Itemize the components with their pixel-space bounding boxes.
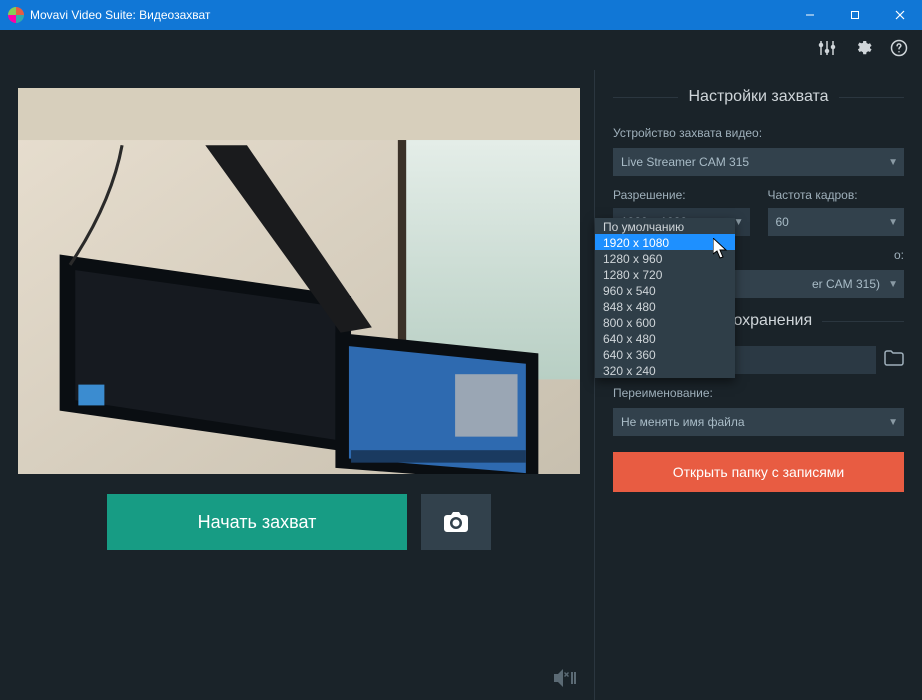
help-icon[interactable] — [890, 39, 908, 62]
fps-value: 60 — [776, 215, 789, 229]
resolution-option[interactable]: 640 x 480 — [595, 330, 735, 346]
left-pane: Начать захват — [0, 70, 594, 700]
main: Начать захват Настройки захвата Устройст… — [0, 70, 922, 700]
rename-select[interactable]: Не менять имя файла ▼ — [613, 408, 904, 436]
rename-value: Не менять имя файла — [621, 415, 745, 429]
start-capture-button[interactable]: Начать захват — [107, 494, 407, 550]
folder-icon — [884, 350, 904, 366]
audio-mute-icon[interactable] — [554, 669, 576, 692]
gear-icon[interactable] — [854, 39, 872, 62]
resolution-option[interactable]: 960 x 540 — [595, 282, 735, 298]
video-preview — [18, 88, 580, 474]
chevron-down-icon: ▼ — [888, 417, 898, 428]
settings-panel: Настройки захвата Устройство захвата вид… — [594, 70, 922, 700]
minimize-button[interactable] — [787, 0, 832, 30]
titlebar: Movavi Video Suite: Видеозахват — [0, 0, 922, 30]
equalizer-icon[interactable] — [818, 39, 836, 62]
fps-label: Частота кадров: — [768, 188, 905, 202]
audio-device-value-tail: er CAM 315) — [812, 277, 880, 291]
resolution-option[interactable]: 1280 x 960 — [595, 250, 735, 266]
window-controls — [787, 0, 922, 30]
open-recordings-folder-button[interactable]: Открыть папку c записями — [613, 452, 904, 492]
maximize-button[interactable] — [832, 0, 877, 30]
capture-controls: Начать захват — [18, 494, 580, 550]
rename-label: Переименование: — [613, 386, 904, 400]
fps-select[interactable]: 60 ▼ — [768, 208, 905, 236]
chevron-down-icon: ▼ — [888, 217, 898, 228]
app-icon — [8, 7, 24, 23]
chevron-down-icon: ▼ — [888, 157, 898, 168]
chevron-down-icon: ▼ — [734, 217, 744, 228]
toolbar — [0, 30, 922, 70]
video-device-select[interactable]: Live Streamer CAM 315 ▼ — [613, 148, 904, 176]
resolution-dropdown[interactable]: По умолчанию1920 x 10801280 x 9601280 x … — [595, 218, 735, 378]
video-device-label: Устройство захвата видео: — [613, 126, 904, 140]
resolution-option[interactable]: 1920 x 1080 — [595, 234, 735, 250]
resolution-option[interactable]: По умолчанию — [595, 218, 735, 234]
browse-folder-button[interactable] — [884, 350, 904, 371]
resolution-option[interactable]: 848 x 480 — [595, 298, 735, 314]
resolution-option[interactable]: 1280 x 720 — [595, 266, 735, 282]
resolution-option[interactable]: 320 x 240 — [595, 362, 735, 378]
chevron-down-icon: ▼ — [888, 279, 898, 290]
close-button[interactable] — [877, 0, 922, 30]
snapshot-button[interactable] — [421, 494, 491, 550]
video-device-value: Live Streamer CAM 315 — [621, 155, 749, 169]
resolution-label: Разрешение: — [613, 188, 750, 202]
resolution-option[interactable]: 800 x 600 — [595, 314, 735, 330]
resolution-option[interactable]: 640 x 360 — [595, 346, 735, 362]
window-title: Movavi Video Suite: Видеозахват — [30, 8, 787, 22]
camera-icon — [444, 512, 468, 532]
capture-settings-title: Настройки захвата — [613, 88, 904, 106]
